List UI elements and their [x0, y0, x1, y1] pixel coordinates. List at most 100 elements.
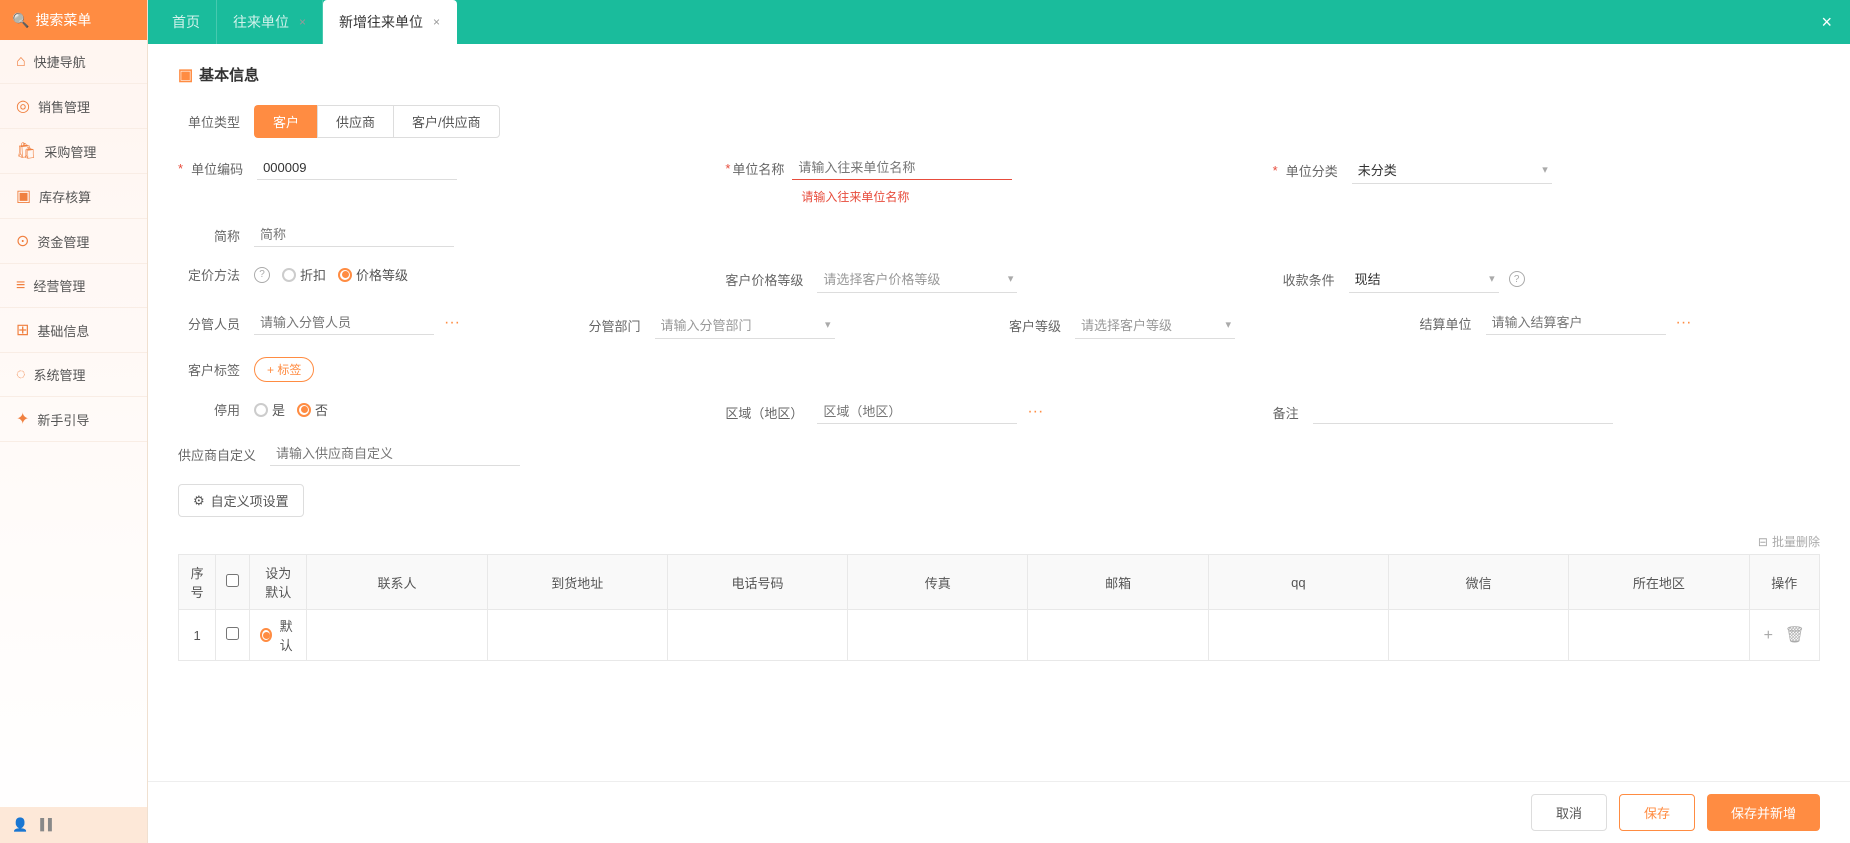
manager-dots-btn[interactable]: ···	[440, 314, 464, 332]
unit-type-supplier-btn[interactable]: 供应商	[317, 105, 393, 138]
unit-category-value: 未分类	[1352, 156, 1538, 183]
region-input[interactable]	[817, 400, 1017, 424]
row-delete-btn[interactable]: 🗑	[1785, 627, 1805, 644]
sidebar-item-purchase[interactable]: 🛍 采购管理	[0, 129, 147, 174]
custom-settings-label: 自定义项设置	[211, 491, 289, 510]
sidebar-item-inventory[interactable]: ▣ 库存核算	[0, 174, 147, 219]
form-row-supplier-custom: 供应商自定义	[178, 442, 1820, 466]
unit-type-both-btn[interactable]: 客户/供应商	[393, 105, 500, 138]
region-dots-btn[interactable]: ···	[1023, 403, 1047, 421]
user-info: ▐▐	[36, 819, 52, 831]
row-seq: 1	[179, 610, 216, 661]
table-row: 1 默认	[179, 610, 1820, 661]
tab-new-partner-close[interactable]: ×	[433, 15, 440, 29]
save-button[interactable]: 保存	[1619, 794, 1695, 831]
form-group-department: 分管部门 请输入分管部门 ▾	[589, 311, 970, 339]
add-tag-btn[interactable]: + 标签	[254, 357, 314, 382]
unit-category-select[interactable]: 未分类 ▾	[1352, 156, 1552, 184]
tab-bar-close-btn[interactable]: ×	[1811, 12, 1842, 33]
sidebar-item-operations[interactable]: ≡ 经营管理	[0, 264, 147, 308]
row-fax-input[interactable]	[858, 624, 1017, 647]
unit-name-label: 单位名称	[732, 159, 792, 178]
unit-code-input[interactable]	[257, 156, 457, 180]
unit-type-label: 单位类型	[178, 112, 248, 131]
sidebar-item-label: 销售管理	[38, 97, 90, 116]
row-phone-input[interactable]	[678, 624, 837, 647]
unit-code-label: 单位编码	[191, 159, 251, 178]
unit-name-input[interactable]	[792, 156, 1012, 180]
row-phone[interactable]	[667, 610, 847, 661]
remark-input[interactable]	[1313, 400, 1613, 424]
pricing-price-level-option[interactable]: 价格等级	[338, 265, 408, 284]
form-group-customer-level: 客户等级 请选择客户等级 ▾	[999, 311, 1380, 339]
row-default: 默认	[250, 610, 307, 661]
row-default-radio[interactable]: 默认	[260, 616, 296, 654]
payment-help-icon[interactable]: ?	[1509, 271, 1525, 287]
sidebar-item-guide[interactable]: ✦ 新手引导	[0, 397, 147, 442]
abbr-input[interactable]	[254, 223, 454, 247]
finance-icon: ⊙	[16, 231, 29, 251]
sidebar-item-system[interactable]: ◌ 系统管理	[0, 353, 147, 397]
pricing-discount-option[interactable]: 折扣	[282, 265, 326, 284]
row-wechat-input[interactable]	[1399, 624, 1558, 647]
pricing-label: 定价方法	[178, 265, 248, 284]
search-menu[interactable]: 🔍 搜索菜单	[0, 0, 147, 40]
cust-level-arrow: ▾	[1221, 318, 1235, 331]
row-area-input[interactable]	[1579, 624, 1738, 647]
form-group-unit-category: * 单位分类 未分类 ▾	[1273, 156, 1790, 184]
sidebar-item-sales[interactable]: ◎ 销售管理	[0, 84, 147, 129]
manager-input[interactable]	[254, 311, 434, 335]
tab-new-partner[interactable]: 新增往来单位 ×	[323, 0, 457, 44]
sidebar-item-basic-info[interactable]: ⊞ 基础信息	[0, 308, 147, 353]
settlement-input[interactable]	[1486, 311, 1666, 335]
col-seq: 序号	[179, 555, 216, 610]
sidebar-item-quick-nav[interactable]: ⌂ 快捷导航	[0, 40, 147, 84]
add-tag-btn-label: + 标签	[267, 361, 301, 378]
row-email-input[interactable]	[1038, 624, 1197, 647]
row-contact-input[interactable]	[317, 624, 476, 647]
row-wechat[interactable]	[1389, 610, 1569, 661]
form-group-supplier-custom: 供应商自定义	[178, 442, 1790, 466]
cust-level-select[interactable]: 请选择客户等级 ▾	[1075, 311, 1235, 339]
col-action: 操作	[1749, 555, 1819, 610]
batch-delete-label[interactable]: 批量删除	[1772, 533, 1820, 550]
row-fax[interactable]	[848, 610, 1028, 661]
sidebar-item-label: 经营管理	[33, 276, 85, 295]
unit-type-customer-btn[interactable]: 客户	[254, 105, 317, 138]
payment-select[interactable]: 现结 ▾	[1349, 265, 1499, 293]
row-area[interactable]	[1569, 610, 1749, 661]
row-checkbox[interactable]	[226, 627, 239, 640]
save-new-button[interactable]: 保存并新增	[1707, 794, 1820, 831]
cancel-button[interactable]: 取消	[1531, 794, 1607, 831]
disable-no-option[interactable]: 否	[297, 400, 328, 419]
sidebar-item-label: 快捷导航	[34, 52, 86, 71]
pricing-help-icon[interactable]: ?	[254, 267, 270, 283]
supplier-custom-input[interactable]	[270, 442, 520, 466]
dept-select[interactable]: 请输入分管部门 ▾	[655, 311, 835, 339]
settlement-dots-btn[interactable]: ···	[1672, 314, 1696, 332]
row-qq[interactable]	[1208, 610, 1388, 661]
select-all-checkbox[interactable]	[226, 574, 239, 587]
row-address[interactable]	[487, 610, 667, 661]
pricing-discount-label: 折扣	[300, 265, 326, 284]
dept-value: 请输入分管部门	[655, 311, 821, 338]
tab-home[interactable]: 首页	[156, 0, 217, 44]
row-qq-input[interactable]	[1219, 624, 1378, 647]
sidebar-item-label: 资金管理	[37, 232, 89, 251]
row-email[interactable]	[1028, 610, 1208, 661]
gear-icon: ⚙	[193, 493, 205, 509]
section-icon: ▣	[178, 65, 193, 85]
row-address-input[interactable]	[498, 624, 657, 647]
tab-partners[interactable]: 往来单位 ×	[217, 0, 323, 44]
batch-delete-icon: ⊟	[1758, 535, 1768, 549]
row-add-btn[interactable]: +	[1764, 627, 1773, 644]
sidebar-item-label: 采购管理	[44, 142, 96, 161]
row-contact[interactable]	[307, 610, 487, 661]
required-star-code: *	[178, 161, 183, 176]
tab-partners-close[interactable]: ×	[299, 15, 306, 29]
customer-price-select[interactable]: 请选择客户价格等级 ▾	[817, 265, 1017, 293]
disable-yes-option[interactable]: 是	[254, 400, 285, 419]
custom-settings-btn[interactable]: ⚙ 自定义项设置	[178, 484, 304, 517]
row-check	[216, 610, 250, 661]
sidebar-item-finance[interactable]: ⊙ 资金管理	[0, 219, 147, 264]
